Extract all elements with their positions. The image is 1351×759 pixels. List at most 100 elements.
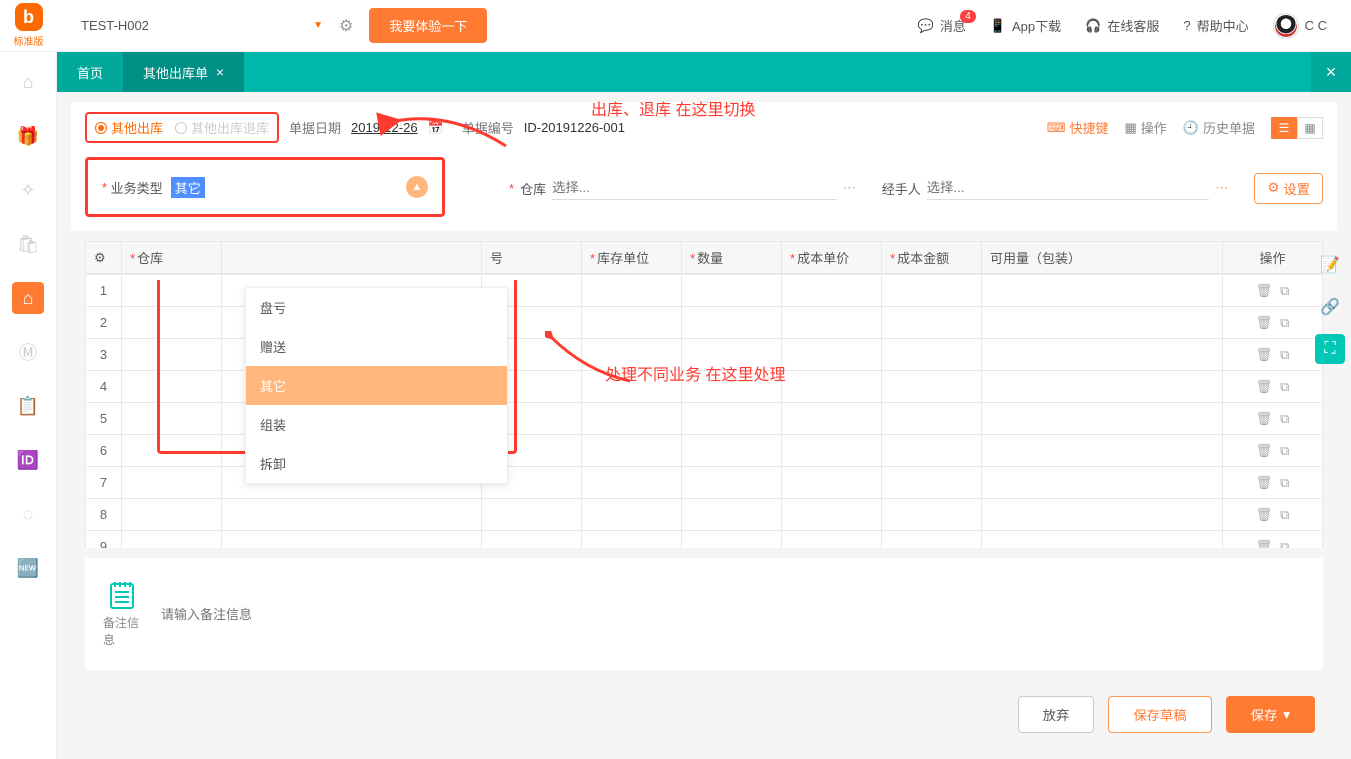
- delete-icon[interactable]: 🗑: [1256, 539, 1273, 549]
- nav-inventory-icon[interactable]: ⌂: [12, 282, 44, 314]
- settings-button[interactable]: ⚙ 设置: [1254, 173, 1323, 204]
- copy-icon[interactable]: ⧉: [1280, 283, 1289, 299]
- link-rail-icon[interactable]: 🔗: [1315, 292, 1345, 322]
- nav-clipboard-icon[interactable]: 📋: [12, 390, 44, 422]
- col-warehouse: 仓库: [137, 251, 163, 266]
- bill-date-value[interactable]: 2019-12-26: [351, 120, 418, 135]
- view-list-icon[interactable]: ☰: [1271, 117, 1297, 139]
- avatar: [1273, 13, 1299, 39]
- clock-icon: 🕘: [1183, 120, 1199, 136]
- col-code: 号: [490, 251, 503, 266]
- customer-service[interactable]: 🎧 在线客服: [1085, 16, 1159, 35]
- nav-bag-icon[interactable]: 🛍: [12, 228, 44, 260]
- user-menu[interactable]: C C: [1273, 13, 1327, 39]
- delete-icon[interactable]: 🗑: [1256, 347, 1273, 363]
- nav-loading-icon[interactable]: ◌: [12, 498, 44, 530]
- col-cost-price: 成本单价: [797, 251, 849, 266]
- try-button[interactable]: 我要体验一下: [369, 8, 487, 43]
- nav-star-house-icon[interactable]: ✧: [12, 174, 44, 206]
- operate-label: 操作: [1141, 118, 1167, 137]
- biztype-option[interactable]: 拆卸: [246, 444, 507, 483]
- copy-icon[interactable]: ⧉: [1280, 475, 1289, 491]
- delete-icon[interactable]: 🗑: [1256, 315, 1273, 331]
- copy-icon[interactable]: ⧉: [1280, 539, 1289, 549]
- nav-gift-icon[interactable]: 🎁: [12, 120, 44, 152]
- copy-icon[interactable]: ⧉: [1280, 379, 1289, 395]
- chevron-up-icon[interactable]: ▲: [406, 176, 428, 198]
- radio-other-out[interactable]: 其他出库: [95, 118, 163, 137]
- discard-button[interactable]: 放弃: [1018, 696, 1095, 733]
- handler-input[interactable]: [927, 176, 1210, 200]
- biztype-option[interactable]: 盘亏: [246, 288, 507, 327]
- shortcut-link[interactable]: ⌨ 快捷键: [1047, 118, 1109, 137]
- warehouse-input[interactable]: [552, 176, 837, 200]
- delete-icon[interactable]: 🗑: [1256, 443, 1273, 459]
- nav-money-icon[interactable]: Ⓜ: [12, 336, 44, 368]
- biztype-label: 业务类型: [111, 178, 163, 197]
- nav-home-icon[interactable]: ⌂: [12, 66, 44, 98]
- copy-icon[interactable]: ⧉: [1280, 411, 1289, 427]
- table-row[interactable]: 8 🗑⧉: [86, 499, 1323, 531]
- history-label: 历史单据: [1203, 118, 1255, 137]
- remarks-panel: 备注信息: [85, 558, 1323, 670]
- biztype-option[interactable]: 组装: [246, 405, 507, 444]
- delete-icon[interactable]: 🗑: [1256, 283, 1273, 299]
- delete-icon[interactable]: 🗑: [1256, 379, 1273, 395]
- ellipsis-icon[interactable]: ⋯: [1215, 180, 1230, 196]
- required-mark: *: [102, 180, 111, 195]
- headset-icon: 🎧: [1085, 18, 1101, 34]
- tenant-selector[interactable]: TEST-H002 ▼: [81, 18, 331, 33]
- history-link[interactable]: 🕘 历史单据: [1183, 118, 1255, 137]
- tenant-name: TEST-H002: [81, 18, 149, 33]
- delete-icon[interactable]: 🗑: [1256, 507, 1273, 523]
- messages-badge: 4: [960, 10, 976, 23]
- messages[interactable]: 💬 消息 4: [918, 16, 966, 35]
- copy-icon[interactable]: ⧉: [1280, 347, 1289, 363]
- note-icon: 备注信息: [103, 580, 141, 648]
- copy-icon[interactable]: ⧉: [1280, 443, 1289, 459]
- table-row[interactable]: 9 🗑⧉: [86, 531, 1323, 549]
- col-gear[interactable]: ⚙: [86, 242, 122, 274]
- biztype-option[interactable]: 赠送: [246, 327, 507, 366]
- tab-other-outbound[interactable]: 其他出库单 ×: [123, 52, 244, 92]
- delete-icon[interactable]: 🗑: [1256, 411, 1273, 427]
- ellipsis-icon[interactable]: ⋯: [843, 180, 858, 196]
- view-grid-icon[interactable]: ▦: [1297, 117, 1323, 139]
- app-download-label: App下载: [1012, 16, 1061, 35]
- close-icon[interactable]: ×: [216, 64, 224, 80]
- bill-no-label: 单据编号: [462, 118, 514, 137]
- nav-id-icon[interactable]: 🆔: [12, 444, 44, 476]
- remarks-input[interactable]: [161, 607, 1305, 622]
- biztype-dropdown: 盘亏 赠送 其它 组装 拆卸: [245, 287, 508, 484]
- outbound-type-radios: 其他出库 其他出库退库: [85, 112, 279, 143]
- biztype-option[interactable]: 其它: [246, 366, 507, 405]
- delete-icon[interactable]: 🗑: [1256, 475, 1273, 491]
- biztype-value[interactable]: 其它: [171, 177, 205, 198]
- phone-icon: 📱: [990, 18, 1006, 34]
- help-icon: ?: [1183, 18, 1190, 33]
- save-button[interactable]: 保存 ▾: [1226, 696, 1315, 733]
- logo[interactable]: b 标准版: [0, 0, 57, 51]
- copy-icon[interactable]: ⧉: [1280, 315, 1289, 331]
- top-header: b 标准版 TEST-H002 ▼ ⚙ 我要体验一下 💬 消息 4 📱 App下…: [0, 0, 1351, 52]
- warehouse-filter: * 仓库 ⋯: [509, 176, 858, 200]
- save-draft-button[interactable]: 保存草稿: [1108, 696, 1211, 733]
- radio-return-label: 其他出库退库: [191, 118, 269, 137]
- close-all-tabs[interactable]: ×: [1311, 52, 1351, 92]
- radio-other-out-return[interactable]: 其他出库退库: [175, 118, 269, 137]
- operate-link[interactable]: ▦ 操作: [1124, 118, 1166, 137]
- help-center[interactable]: ? 帮助中心: [1183, 16, 1248, 35]
- keyboard-icon: ⌨: [1047, 120, 1066, 136]
- nav-new-icon[interactable]: 🆕: [12, 552, 44, 584]
- tab-active-label: 其他出库单: [143, 63, 208, 82]
- copy-icon[interactable]: ⧉: [1280, 507, 1289, 523]
- col-ops: 操作: [1259, 251, 1285, 266]
- biztype-select-box: * 业务类型 其它 ▲: [85, 157, 445, 217]
- gear-icon[interactable]: ⚙: [339, 16, 353, 36]
- tab-home[interactable]: 首页: [57, 52, 123, 92]
- calendar-icon[interactable]: 📅: [428, 120, 444, 136]
- app-download[interactable]: 📱 App下载: [990, 16, 1061, 35]
- radio-dot-icon: [175, 122, 187, 134]
- note-rail-icon[interactable]: 📝: [1315, 250, 1345, 280]
- expand-rail-icon[interactable]: ⛶: [1315, 334, 1345, 364]
